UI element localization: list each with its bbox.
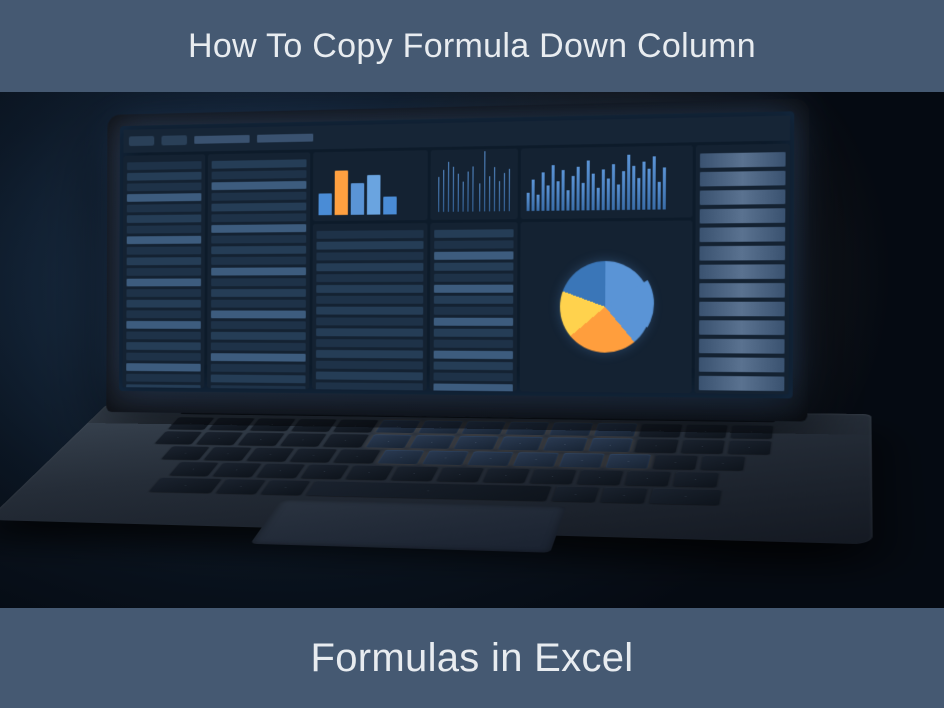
data-column-2 xyxy=(207,152,310,389)
laptop: ········································… xyxy=(90,106,873,608)
spreadsheet-dashboard xyxy=(119,111,794,398)
thumbnail-strip xyxy=(695,144,790,395)
mini-bar-chart-2 xyxy=(521,145,693,219)
toolbar-text xyxy=(194,135,249,144)
toolbar-button xyxy=(161,135,187,145)
data-list-mid xyxy=(312,223,427,390)
pie-slice-exploded xyxy=(563,258,655,350)
laptop-illustration: ········································… xyxy=(0,92,944,608)
title-banner-top: How To Copy Formula Down Column xyxy=(0,0,944,92)
laptop-screen-bezel xyxy=(106,98,809,421)
colored-bar-chart xyxy=(313,150,428,221)
title-text-bottom: Formulas in Excel xyxy=(311,636,634,681)
title-banner-bottom: Formulas in Excel xyxy=(0,608,944,708)
title-text-top: How To Copy Formula Down Column xyxy=(188,27,756,66)
toolbar-text xyxy=(257,134,313,143)
trackpad xyxy=(250,499,566,552)
pie-chart-panel xyxy=(520,221,693,394)
mini-bar-chart-1 xyxy=(430,149,518,220)
data-table-center xyxy=(430,222,518,391)
data-column-left xyxy=(123,154,206,388)
toolbar-button xyxy=(129,136,154,146)
pie-chart xyxy=(560,261,651,353)
keyboard-keys: ········································… xyxy=(49,416,839,508)
laptop-keyboard-base: ········································… xyxy=(0,404,873,544)
